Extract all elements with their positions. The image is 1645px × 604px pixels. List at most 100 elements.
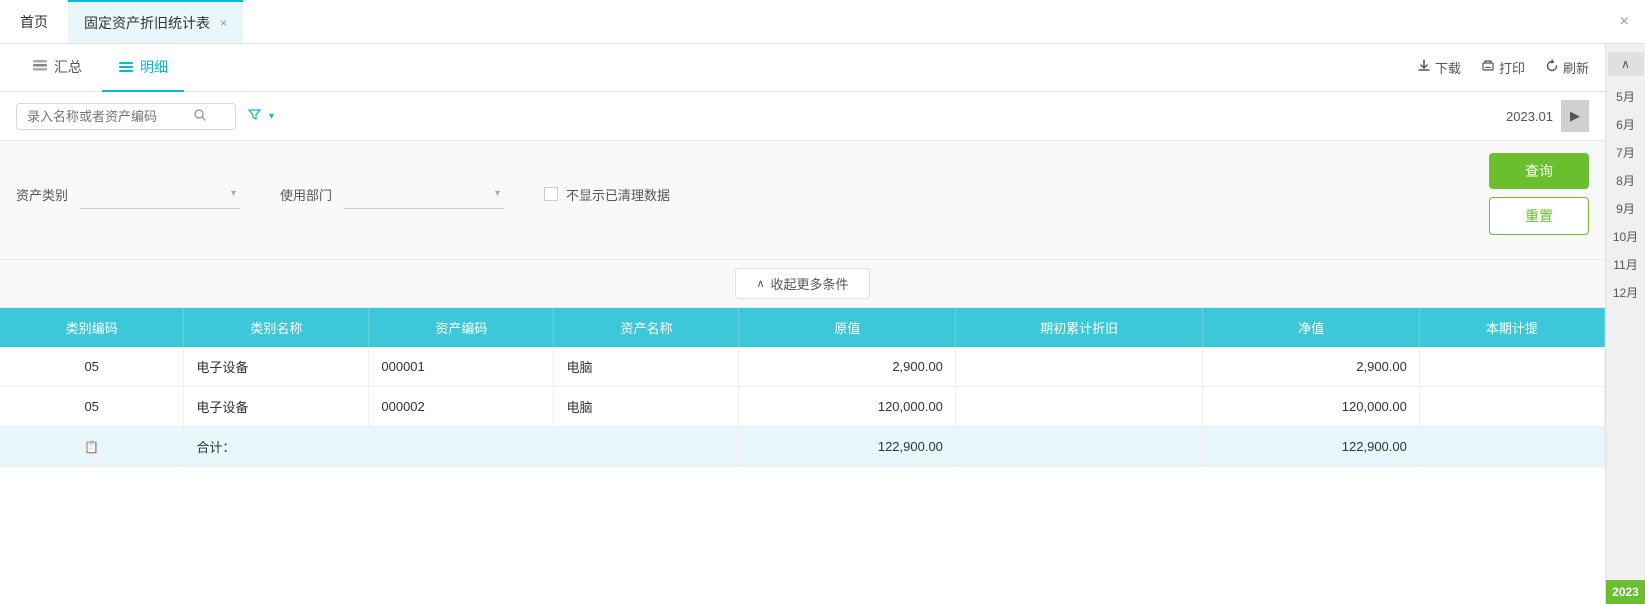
sidebar-scroll-up[interactable]: ∧ [1608, 52, 1644, 76]
filter-buttons: 查询 重置 [1489, 153, 1589, 235]
chevron-down-icon: ▾ [495, 188, 500, 199]
col-category-code: 类别编码 [0, 308, 184, 347]
table-row: 05 电子设备 000001 电脑 2,900.00 2,900.00 [0, 347, 1605, 387]
toolbar-tabs: 汇总 明细 [0, 44, 1605, 92]
collapse-label: 收起更多条件 [771, 274, 849, 293]
download-icon [1417, 59, 1431, 76]
col-current-depreciation: 本期计提 [1419, 308, 1604, 347]
cell-accumulated-depreciation [955, 387, 1203, 427]
tabs-left: 汇总 明细 [16, 44, 184, 91]
sidebar-month-item[interactable]: 12月 [1608, 278, 1644, 306]
query-button[interactable]: 查询 [1489, 153, 1589, 189]
tab-detail-label: 明细 [140, 57, 168, 77]
col-asset-name: 资产名称 [554, 308, 739, 347]
download-button[interactable]: 下载 [1417, 58, 1461, 77]
cell-category-code: 05 [0, 347, 184, 387]
use-department-filter: 使用部门 ▾ [280, 179, 504, 209]
tab-detail[interactable]: 明细 [102, 45, 184, 92]
tab-summary[interactable]: 汇总 [16, 45, 98, 92]
close-tab-icon[interactable]: × [220, 16, 227, 30]
tab-summary-label: 汇总 [54, 57, 82, 77]
cell-current-depreciation [1419, 387, 1604, 427]
refresh-label: 刷新 [1563, 58, 1589, 77]
collapse-bar: ∧ 收起更多条件 [0, 260, 1605, 308]
print-icon [1481, 59, 1495, 76]
search-input[interactable] [27, 109, 187, 124]
print-button[interactable]: 打印 [1481, 58, 1525, 77]
asset-category-label: 资产类别 [16, 185, 72, 204]
exclude-cleared-filter[interactable]: 不显示已清理数据 [544, 185, 670, 204]
download-label: 下载 [1435, 58, 1461, 77]
cell-current-depreciation [1419, 347, 1604, 387]
chevron-up-icon: ∧ [756, 277, 764, 290]
cell-category-name: 电子设备 [184, 387, 369, 427]
use-department-label: 使用部门 [280, 185, 336, 204]
total-label-cell: 合计： [184, 427, 739, 467]
cell-asset-name: 电脑 [554, 347, 739, 387]
chevron-down-icon: ▾ [269, 111, 274, 122]
col-category-name: 类别名称 [184, 308, 369, 347]
left-panel: 汇总 明细 [0, 44, 1605, 604]
asset-category-filter: 资产类别 ▾ [16, 179, 240, 209]
date-nav-arrow[interactable]: ▶ [1561, 100, 1589, 132]
sidebar-month-item[interactable]: 11月 [1608, 250, 1644, 278]
search-bar: ▾ 2023.01 ▶ [0, 92, 1605, 141]
table-body: 05 电子设备 000001 电脑 2,900.00 2,900.00 05 电… [0, 347, 1605, 467]
table-total-row: 📋 合计： 122,900.00 122,900.00 [0, 427, 1605, 467]
total-original-value: 122,900.00 [739, 427, 955, 467]
cell-category-code: 05 [0, 387, 184, 427]
print-label: 打印 [1499, 58, 1525, 77]
cell-original-value: 2,900.00 [739, 347, 955, 387]
use-department-select[interactable]: ▾ [344, 179, 504, 209]
sidebar-month-item[interactable]: 5月 [1608, 82, 1644, 110]
filter-row: 资产类别 ▾ 使用部门 ▾ 不显示已清理数 [16, 153, 1589, 235]
cell-net-value: 2,900.00 [1203, 347, 1419, 387]
toolbar-actions: 下载 打印 [1417, 58, 1589, 77]
cell-asset-code: 000001 [369, 347, 554, 387]
sidebar-month-item[interactable]: 6月 [1608, 110, 1644, 138]
sidebar-month-item[interactable]: 7月 [1608, 138, 1644, 166]
col-asset-code: 资产编码 [369, 308, 554, 347]
col-net-value: 净值 [1203, 308, 1419, 347]
sidebar-month-item[interactable]: 10月 [1608, 222, 1644, 250]
exclude-cleared-checkbox[interactable] [544, 187, 558, 201]
layers-icon [32, 59, 48, 75]
nav-home[interactable]: 首页 [0, 0, 68, 43]
total-net-value: 122,900.00 [1203, 427, 1419, 467]
date-display: 2023.01 [1506, 109, 1561, 124]
total-current-depreciation [1419, 427, 1604, 467]
filter-panel: 资产类别 ▾ 使用部门 ▾ 不显示已清理数 [0, 141, 1605, 260]
col-accumulated-depreciation: 期初累计折旧 [955, 308, 1203, 347]
refresh-button[interactable]: 刷新 [1545, 58, 1589, 77]
month-list: 5月6月7月8月9月10月11月12月 [1608, 82, 1644, 306]
nav-tab-active[interactable]: 固定资产折旧统计表 × [68, 0, 243, 43]
cell-asset-code: 000002 [369, 387, 554, 427]
col-original-value: 原值 [739, 308, 955, 347]
close-window-icon[interactable]: × [1620, 13, 1629, 31]
data-table-wrap: 类别编码 类别名称 资产编码 资产名称 原值 期初累计折旧 净值 本期计提 05… [0, 308, 1605, 604]
search-input-wrap[interactable] [16, 103, 236, 130]
sidebar-month-item[interactable]: 9月 [1608, 194, 1644, 222]
refresh-icon [1545, 59, 1559, 76]
right-sidebar: ∧ 5月6月7月8月9月10月11月12月 2023 [1605, 44, 1645, 604]
cell-accumulated-depreciation [955, 347, 1203, 387]
reset-button[interactable]: 重置 [1489, 197, 1589, 235]
table-row: 05 电子设备 000002 电脑 120,000.00 120,000.00 [0, 387, 1605, 427]
chevron-down-icon: ▾ [231, 188, 236, 199]
filter-icon [248, 108, 261, 124]
cell-original-value: 120,000.00 [739, 387, 955, 427]
collapse-more-btn[interactable]: ∧ 收起更多条件 [735, 268, 869, 299]
search-icon [193, 108, 207, 125]
exclude-cleared-label: 不显示已清理数据 [566, 185, 670, 204]
cell-asset-name: 电脑 [554, 387, 739, 427]
asset-category-select[interactable]: ▾ [80, 179, 240, 209]
active-tab-label: 固定资产折旧统计表 [84, 13, 210, 33]
top-nav: 首页 固定资产折旧统计表 × × [0, 0, 1645, 44]
year-badge[interactable]: 2023 [1606, 580, 1645, 604]
cell-net-value: 120,000.00 [1203, 387, 1419, 427]
total-icon-cell: 📋 [0, 427, 184, 467]
more-conditions-btn[interactable]: ▾ [248, 108, 274, 124]
cell-category-name: 电子设备 [184, 347, 369, 387]
sidebar-month-item[interactable]: 8月 [1608, 166, 1644, 194]
total-accumulated-depreciation [955, 427, 1203, 467]
